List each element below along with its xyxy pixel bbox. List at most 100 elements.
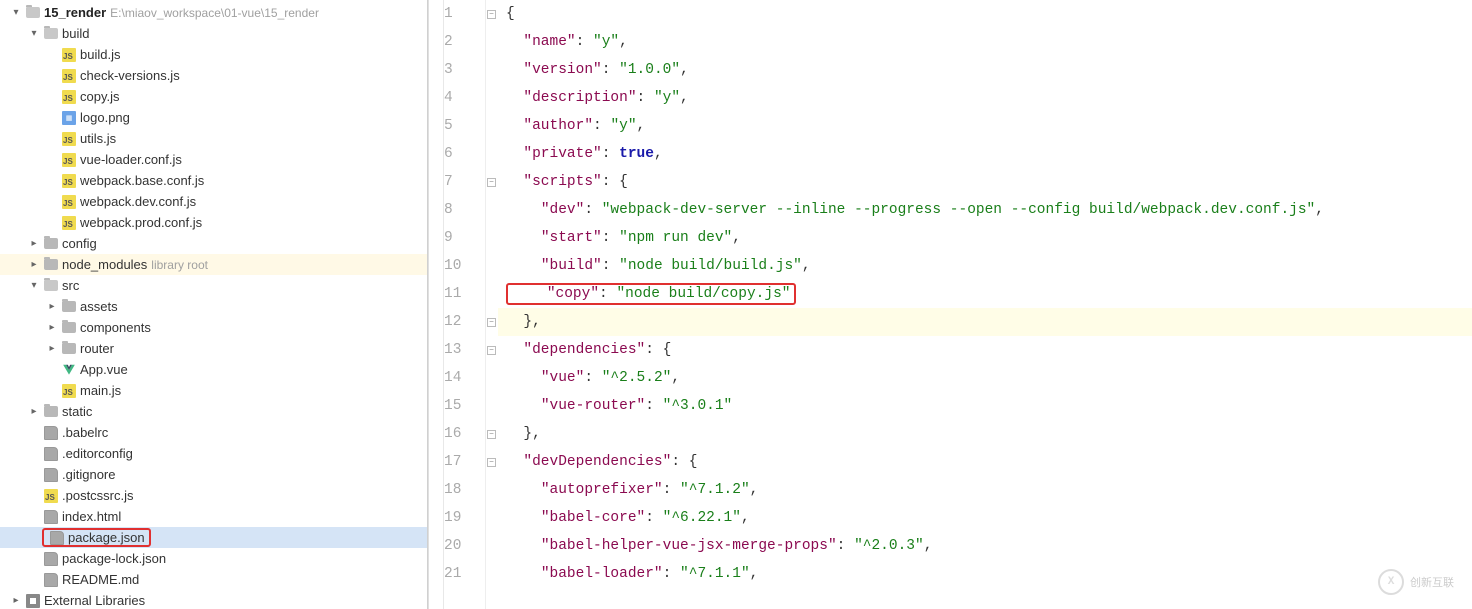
line-number: 16 — [444, 420, 473, 448]
code-line[interactable]: }, — [498, 420, 1472, 448]
code-line[interactable]: "vue-router": "^3.0.1" — [498, 392, 1472, 420]
tree-item-assets[interactable]: ▸ assets — [0, 296, 427, 317]
tree-item-package-lock-json[interactable]: package-lock.json — [0, 548, 427, 569]
code-line[interactable]: "scripts": { — [498, 168, 1472, 196]
tree-item-label: 15_render — [44, 5, 106, 20]
code-line[interactable]: }, — [498, 308, 1472, 336]
code-line[interactable]: "version": "1.0.0", — [498, 56, 1472, 84]
tree-item-logo-png[interactable]: ▦logo.png — [0, 107, 427, 128]
code-token: "version" — [523, 62, 601, 78]
code-line[interactable]: "start": "npm run dev", — [498, 224, 1472, 252]
code-token — [506, 174, 523, 190]
code-line[interactable]: { — [498, 0, 1472, 28]
line-number: 14 — [444, 364, 473, 392]
tree-item-components[interactable]: ▸components — [0, 317, 427, 338]
code-token: , — [1315, 202, 1324, 218]
code-token — [506, 342, 523, 358]
line-number: 11 — [444, 280, 473, 308]
tree-item-label: package-lock.json — [62, 551, 166, 566]
code-line[interactable]: "babel-loader": "^7.1.1", — [498, 560, 1472, 588]
code-line[interactable]: "dev": "webpack-dev-server --inline --pr… — [498, 196, 1472, 224]
chevron-right-icon[interactable]: ▸ — [26, 406, 42, 417]
external-libraries[interactable]: ▸External Libraries — [0, 590, 427, 609]
code-token: "devDependencies" — [523, 454, 671, 470]
tree-item-src[interactable]: ▾src — [0, 275, 427, 296]
tree-item-main-js[interactable]: JSmain.js — [0, 380, 427, 401]
code-token: , — [750, 566, 759, 582]
tree-item-check-versions-js[interactable]: JScheck-versions.js — [0, 65, 427, 86]
vue-file-icon — [60, 363, 78, 377]
code-line[interactable]: "babel-helper-vue-jsx-merge-props": "^2.… — [498, 532, 1472, 560]
file-icon — [42, 426, 60, 440]
folder-open-icon — [42, 280, 60, 291]
code-line[interactable]: "private": true, — [498, 140, 1472, 168]
tree-item-webpack-base-conf-js[interactable]: JSwebpack.base.conf.js — [0, 170, 427, 191]
line-number: 3 — [444, 56, 473, 84]
code-area[interactable]: { "name": "y", "version": "1.0.0", "desc… — [498, 0, 1472, 609]
tree-item-webpack-dev-conf-js[interactable]: JSwebpack.dev.conf.js — [0, 191, 427, 212]
code-token: "dependencies" — [523, 342, 645, 358]
fold-toggle-icon[interactable]: − — [487, 10, 496, 19]
code-line[interactable]: "autoprefixer": "^7.1.2", — [498, 476, 1472, 504]
tree-item-webpack-prod-conf-js[interactable]: JSwebpack.prod.conf.js — [0, 212, 427, 233]
tree-item-readme-md[interactable]: README.md — [0, 569, 427, 590]
tree-item-label: assets — [80, 299, 118, 314]
code-line[interactable]: "name": "y", — [498, 28, 1472, 56]
chevron-right-icon[interactable]: ▸ — [26, 259, 42, 270]
tree-item-app-vue[interactable]: App.vue — [0, 359, 427, 380]
code-token: "dev" — [541, 202, 585, 218]
tree-item-build-js[interactable]: JSbuild.js — [0, 44, 427, 65]
code-token: : { — [645, 342, 671, 358]
tree-item-package-json[interactable]: package.json — [0, 527, 427, 548]
chevron-right-icon[interactable]: ▸ — [26, 238, 42, 249]
fold-toggle-icon[interactable]: − — [487, 346, 496, 355]
code-token: "^3.0.1" — [663, 398, 733, 414]
fold-toggle-icon[interactable]: − — [487, 178, 496, 187]
folder-open-icon — [42, 28, 60, 39]
tree-item-node-modules[interactable]: ▸node_moduleslibrary root — [0, 254, 427, 275]
chevron-down-icon[interactable]: ▾ — [8, 7, 24, 18]
line-number: 15 — [444, 392, 473, 420]
tree-item-copy-js[interactable]: JScopy.js — [0, 86, 427, 107]
tree-item-15-render[interactable]: ▾15_renderE:\miaov_workspace\01-vue\15_r… — [0, 2, 427, 23]
code-token: "^2.0.3" — [854, 538, 924, 554]
code-line[interactable]: "build": "node build/build.js", — [498, 252, 1472, 280]
fold-gutter[interactable]: − − − − − − — [486, 0, 498, 609]
tree-item-config[interactable]: ▸config — [0, 233, 427, 254]
project-tree[interactable]: ▾15_renderE:\miaov_workspace\01-vue\15_r… — [0, 0, 428, 609]
chevron-right-icon[interactable]: ▸ — [44, 301, 60, 312]
tree-item--babelrc[interactable]: .babelrc — [0, 422, 427, 443]
tree-item--editorconfig[interactable]: .editorconfig — [0, 443, 427, 464]
tree-item--postcssrc-js[interactable]: JS.postcssrc.js — [0, 485, 427, 506]
tree-item-static[interactable]: ▸static — [0, 401, 427, 422]
tree-item-label: .editorconfig — [62, 446, 133, 461]
chevron-right-icon[interactable]: ▸ — [44, 343, 60, 354]
line-number: 20 — [444, 532, 473, 560]
chevron-down-icon[interactable]: ▾ — [26, 28, 42, 39]
tree-item-router[interactable]: ▸router — [0, 338, 427, 359]
chevron-down-icon[interactable]: ▾ — [26, 280, 42, 291]
code-editor[interactable]: 123456789101112131415161718192021 −−−−−−… — [444, 0, 1472, 609]
code-line[interactable]: "author": "y", — [498, 112, 1472, 140]
code-line[interactable]: "copy": "node build/copy.js" — [498, 280, 1472, 308]
code-line[interactable]: "babel-core": "^6.22.1", — [498, 504, 1472, 532]
code-token — [512, 286, 547, 302]
tree-item-build[interactable]: ▾build — [0, 23, 427, 44]
code-token: "^7.1.2" — [680, 482, 750, 498]
code-line[interactable]: "description": "y", — [498, 84, 1472, 112]
chevron-right-icon[interactable]: ▸ — [44, 322, 60, 333]
code-token: "y" — [593, 34, 619, 50]
code-line[interactable]: "vue": "^2.5.2", — [498, 364, 1472, 392]
fold-toggle-icon[interactable]: − — [487, 318, 496, 327]
tree-item-vue-loader-conf-js[interactable]: JSvue-loader.conf.js — [0, 149, 427, 170]
code-line[interactable]: "dependencies": { — [498, 336, 1472, 364]
tree-item-utils-js[interactable]: JSutils.js — [0, 128, 427, 149]
code-token: : — [576, 34, 593, 50]
fold-toggle-icon[interactable]: − — [487, 430, 496, 439]
tree-item--gitignore[interactable]: .gitignore — [0, 464, 427, 485]
fold-toggle-icon[interactable]: − — [487, 458, 496, 467]
tree-item-index-html[interactable]: index.html — [0, 506, 427, 527]
code-line[interactable]: "devDependencies": { — [498, 448, 1472, 476]
chevron-right-icon[interactable]: ▸ — [8, 595, 24, 606]
line-number: 12 — [444, 308, 473, 336]
